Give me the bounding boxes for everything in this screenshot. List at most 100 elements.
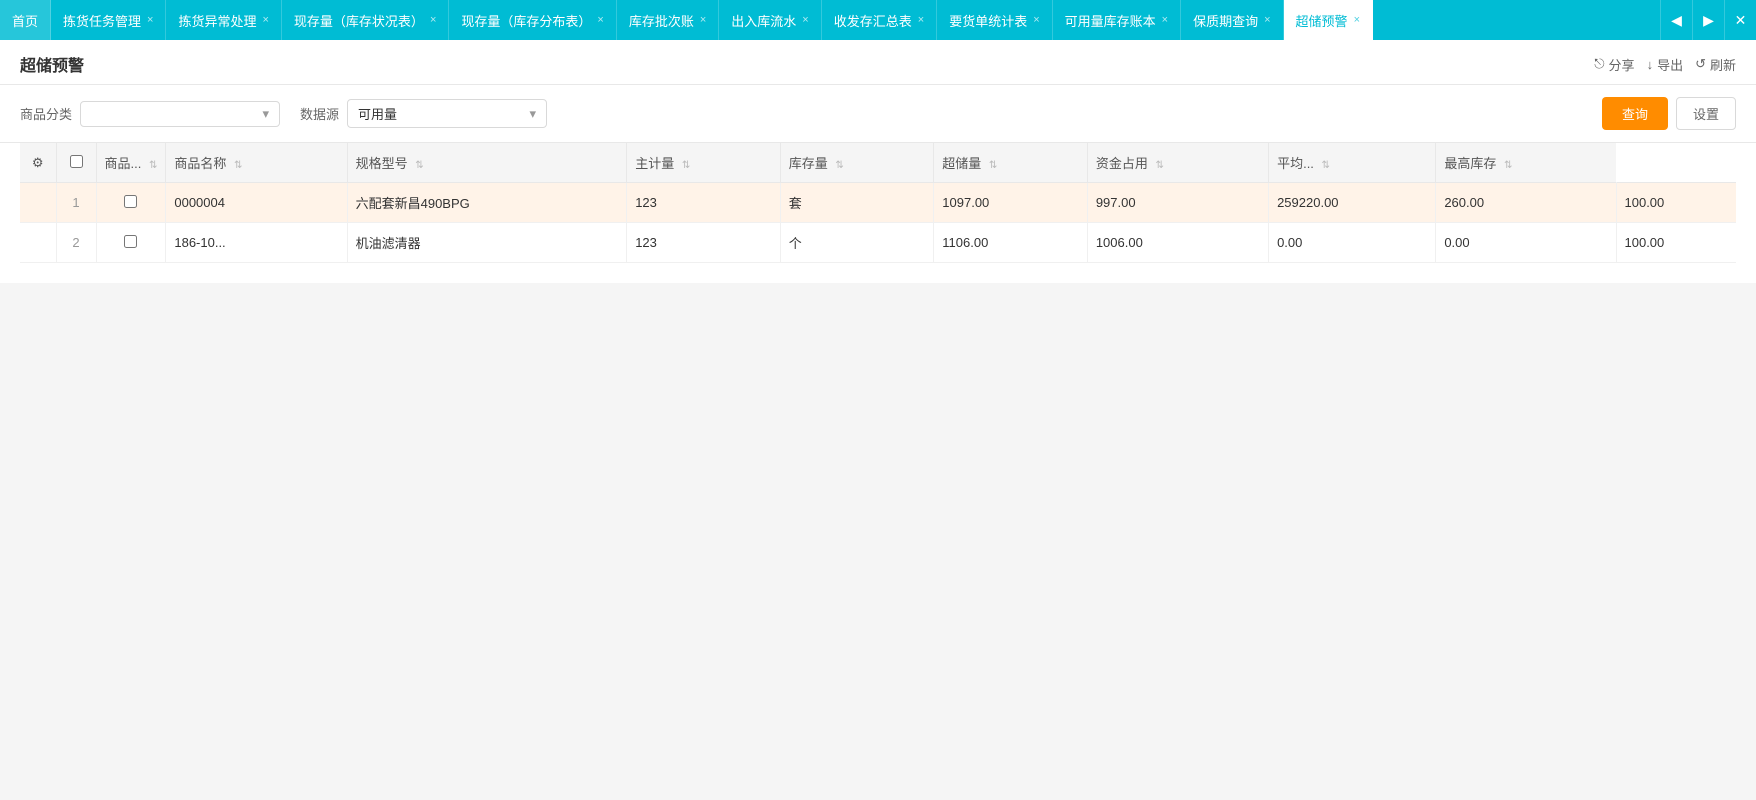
th-unit-label: 主计量: [635, 156, 674, 171]
nav-label-available: 可用量库存账本: [1065, 11, 1156, 30]
export-icon: ↓: [1647, 57, 1654, 72]
row-overstock: 997.00: [1087, 183, 1268, 223]
row-unit: 个: [780, 223, 934, 263]
nav-label-overstock: 超储预警: [1296, 11, 1348, 30]
nav-item-exception[interactable]: 拣货异常处理 ×: [166, 0, 281, 40]
close-icon[interactable]: ×: [262, 14, 268, 26]
th-spec[interactable]: 规格型号 ⇅: [347, 143, 627, 183]
nav-item-stock-dist[interactable]: 现存量（库存分布表） ×: [449, 0, 616, 40]
nav-item-order-stat[interactable]: 要货单统计表 ×: [937, 0, 1052, 40]
filter-actions: 查询 设置: [1602, 97, 1736, 130]
query-button[interactable]: 查询: [1602, 97, 1668, 130]
gear-header: ⚙: [20, 143, 56, 183]
row-number: 2: [56, 223, 96, 263]
close-icon[interactable]: ×: [918, 14, 924, 26]
row-gear-cell: [20, 183, 56, 223]
gear-icon[interactable]: ⚙: [32, 155, 44, 170]
nav-item-flow[interactable]: 出入库流水 ×: [719, 0, 821, 40]
nav-label-batch: 库存批次账: [629, 11, 694, 30]
nav-label-stock-status: 现存量（库存状况表）: [294, 11, 424, 30]
th-goods-name[interactable]: 商品名称 ⇅: [166, 143, 347, 183]
close-icon[interactable]: ×: [1264, 14, 1270, 26]
row-capital: 0.00: [1269, 223, 1436, 263]
row-checkbox[interactable]: [124, 195, 137, 208]
th-overstock[interactable]: 超储量 ⇅: [934, 143, 1088, 183]
page-title: 超储预警: [20, 52, 84, 76]
sort-icon: ⇅: [989, 160, 997, 171]
chevron-down-icon: ▾: [262, 106, 269, 122]
nav-label-summary: 收发存汇总表: [834, 11, 912, 30]
data-source-label: 数据源: [300, 104, 339, 123]
row-checkbox-cell: [96, 183, 166, 223]
nav-close-all[interactable]: ✕: [1724, 0, 1756, 40]
sort-icon: ⇅: [415, 160, 423, 171]
row-goods-name: 机油滤清器: [347, 223, 627, 263]
commodity-class-label: 商品分类: [20, 104, 72, 123]
row-checkbox-cell: [96, 223, 166, 263]
sort-icon: ⇅: [234, 160, 242, 171]
data-source-select[interactable]: 可用量 ▾: [347, 99, 547, 128]
header-actions: ⎋ 分享 ↓ 导出 ↺ 刷新: [1594, 55, 1736, 74]
top-nav: 首页 拣货任务管理 × 拣货异常处理 × 现存量（库存状况表） × 现存量（库存…: [0, 0, 1756, 40]
nav-item-overstock[interactable]: 超储预警 ×: [1284, 0, 1373, 40]
close-icon[interactable]: ×: [1354, 14, 1360, 26]
nav-label-order-stat: 要货单统计表: [949, 11, 1027, 30]
nav-next-arrow[interactable]: ▶: [1692, 0, 1724, 40]
th-capital[interactable]: 资金占用 ⇅: [1087, 143, 1268, 183]
nav-item-stock-status[interactable]: 现存量（库存状况表） ×: [282, 0, 449, 40]
th-unit[interactable]: 主计量 ⇅: [627, 143, 781, 183]
nav-label-expiry: 保质期查询: [1193, 11, 1258, 30]
nav-item-batch[interactable]: 库存批次账 ×: [617, 0, 719, 40]
commodity-class-select[interactable]: ▾: [80, 101, 280, 127]
sort-icon: ⇅: [1504, 160, 1512, 171]
sort-icon: ⇅: [1155, 160, 1163, 171]
row-checkbox[interactable]: [124, 235, 137, 248]
close-icon[interactable]: ×: [430, 14, 436, 26]
close-icon[interactable]: ×: [1033, 14, 1039, 26]
close-icon[interactable]: ×: [147, 14, 153, 26]
export-label: 导出: [1657, 55, 1683, 74]
chevron-down-icon: ▾: [530, 106, 537, 122]
close-icon[interactable]: ×: [700, 14, 706, 26]
filter-group-commodity: 商品分类 ▾: [20, 101, 280, 127]
table-header-row: ⚙ 商品... ⇅ 商品名称 ⇅ 规格型号 ⇅ 主计量: [20, 143, 1736, 183]
row-avg: 0.00: [1436, 223, 1616, 263]
sort-icon: ⇅: [1322, 160, 1330, 171]
nav-prev-arrow[interactable]: ◀: [1660, 0, 1692, 40]
th-avg[interactable]: 平均... ⇅: [1269, 143, 1436, 183]
share-label: 分享: [1609, 55, 1635, 74]
row-stock: 1106.00: [934, 223, 1088, 263]
th-goods-name-label: 商品名称: [174, 156, 226, 171]
setting-button[interactable]: 设置: [1676, 97, 1736, 130]
export-button[interactable]: ↓ 导出: [1647, 55, 1684, 74]
nav-item-expiry[interactable]: 保质期查询 ×: [1181, 0, 1283, 40]
th-spec-label: 规格型号: [356, 156, 408, 171]
sort-icon: ⇅: [835, 160, 843, 171]
share-button[interactable]: ⎋ 分享: [1594, 55, 1634, 74]
select-all-checkbox[interactable]: [70, 155, 83, 168]
th-stock[interactable]: 库存量 ⇅: [780, 143, 934, 183]
nav-label-flow: 出入库流水: [731, 11, 796, 30]
th-max-stock[interactable]: 最高库存 ⇅: [1436, 143, 1616, 183]
close-icon[interactable]: ×: [597, 14, 603, 26]
close-icon[interactable]: ×: [802, 14, 808, 26]
close-icon[interactable]: ×: [1162, 14, 1168, 26]
filter-area: 商品分类 ▾ 数据源 可用量 ▾ 查询 设置: [0, 85, 1756, 143]
row-capital: 259220.00: [1269, 183, 1436, 223]
th-goods-code[interactable]: 商品... ⇅: [96, 143, 166, 183]
sort-icon: ⇅: [682, 160, 690, 171]
th-capital-label: 资金占用: [1096, 156, 1148, 171]
row-goods-code: 0000004: [166, 183, 347, 223]
nav-item-home[interactable]: 首页: [0, 0, 51, 40]
nav-item-task[interactable]: 拣货任务管理 ×: [51, 0, 166, 40]
nav-label-task: 拣货任务管理: [63, 11, 141, 30]
row-spec: 123: [627, 223, 781, 263]
th-goods-code-label: 商品...: [105, 156, 142, 171]
th-avg-label: 平均...: [1277, 156, 1314, 171]
nav-item-summary[interactable]: 收发存汇总表 ×: [822, 0, 937, 40]
refresh-button[interactable]: ↺ 刷新: [1695, 55, 1736, 74]
th-max-stock-label: 最高库存: [1444, 156, 1496, 171]
row-max-stock: 100.00: [1616, 223, 1736, 263]
nav-item-available[interactable]: 可用量库存账本 ×: [1053, 0, 1181, 40]
refresh-label: 刷新: [1710, 55, 1736, 74]
